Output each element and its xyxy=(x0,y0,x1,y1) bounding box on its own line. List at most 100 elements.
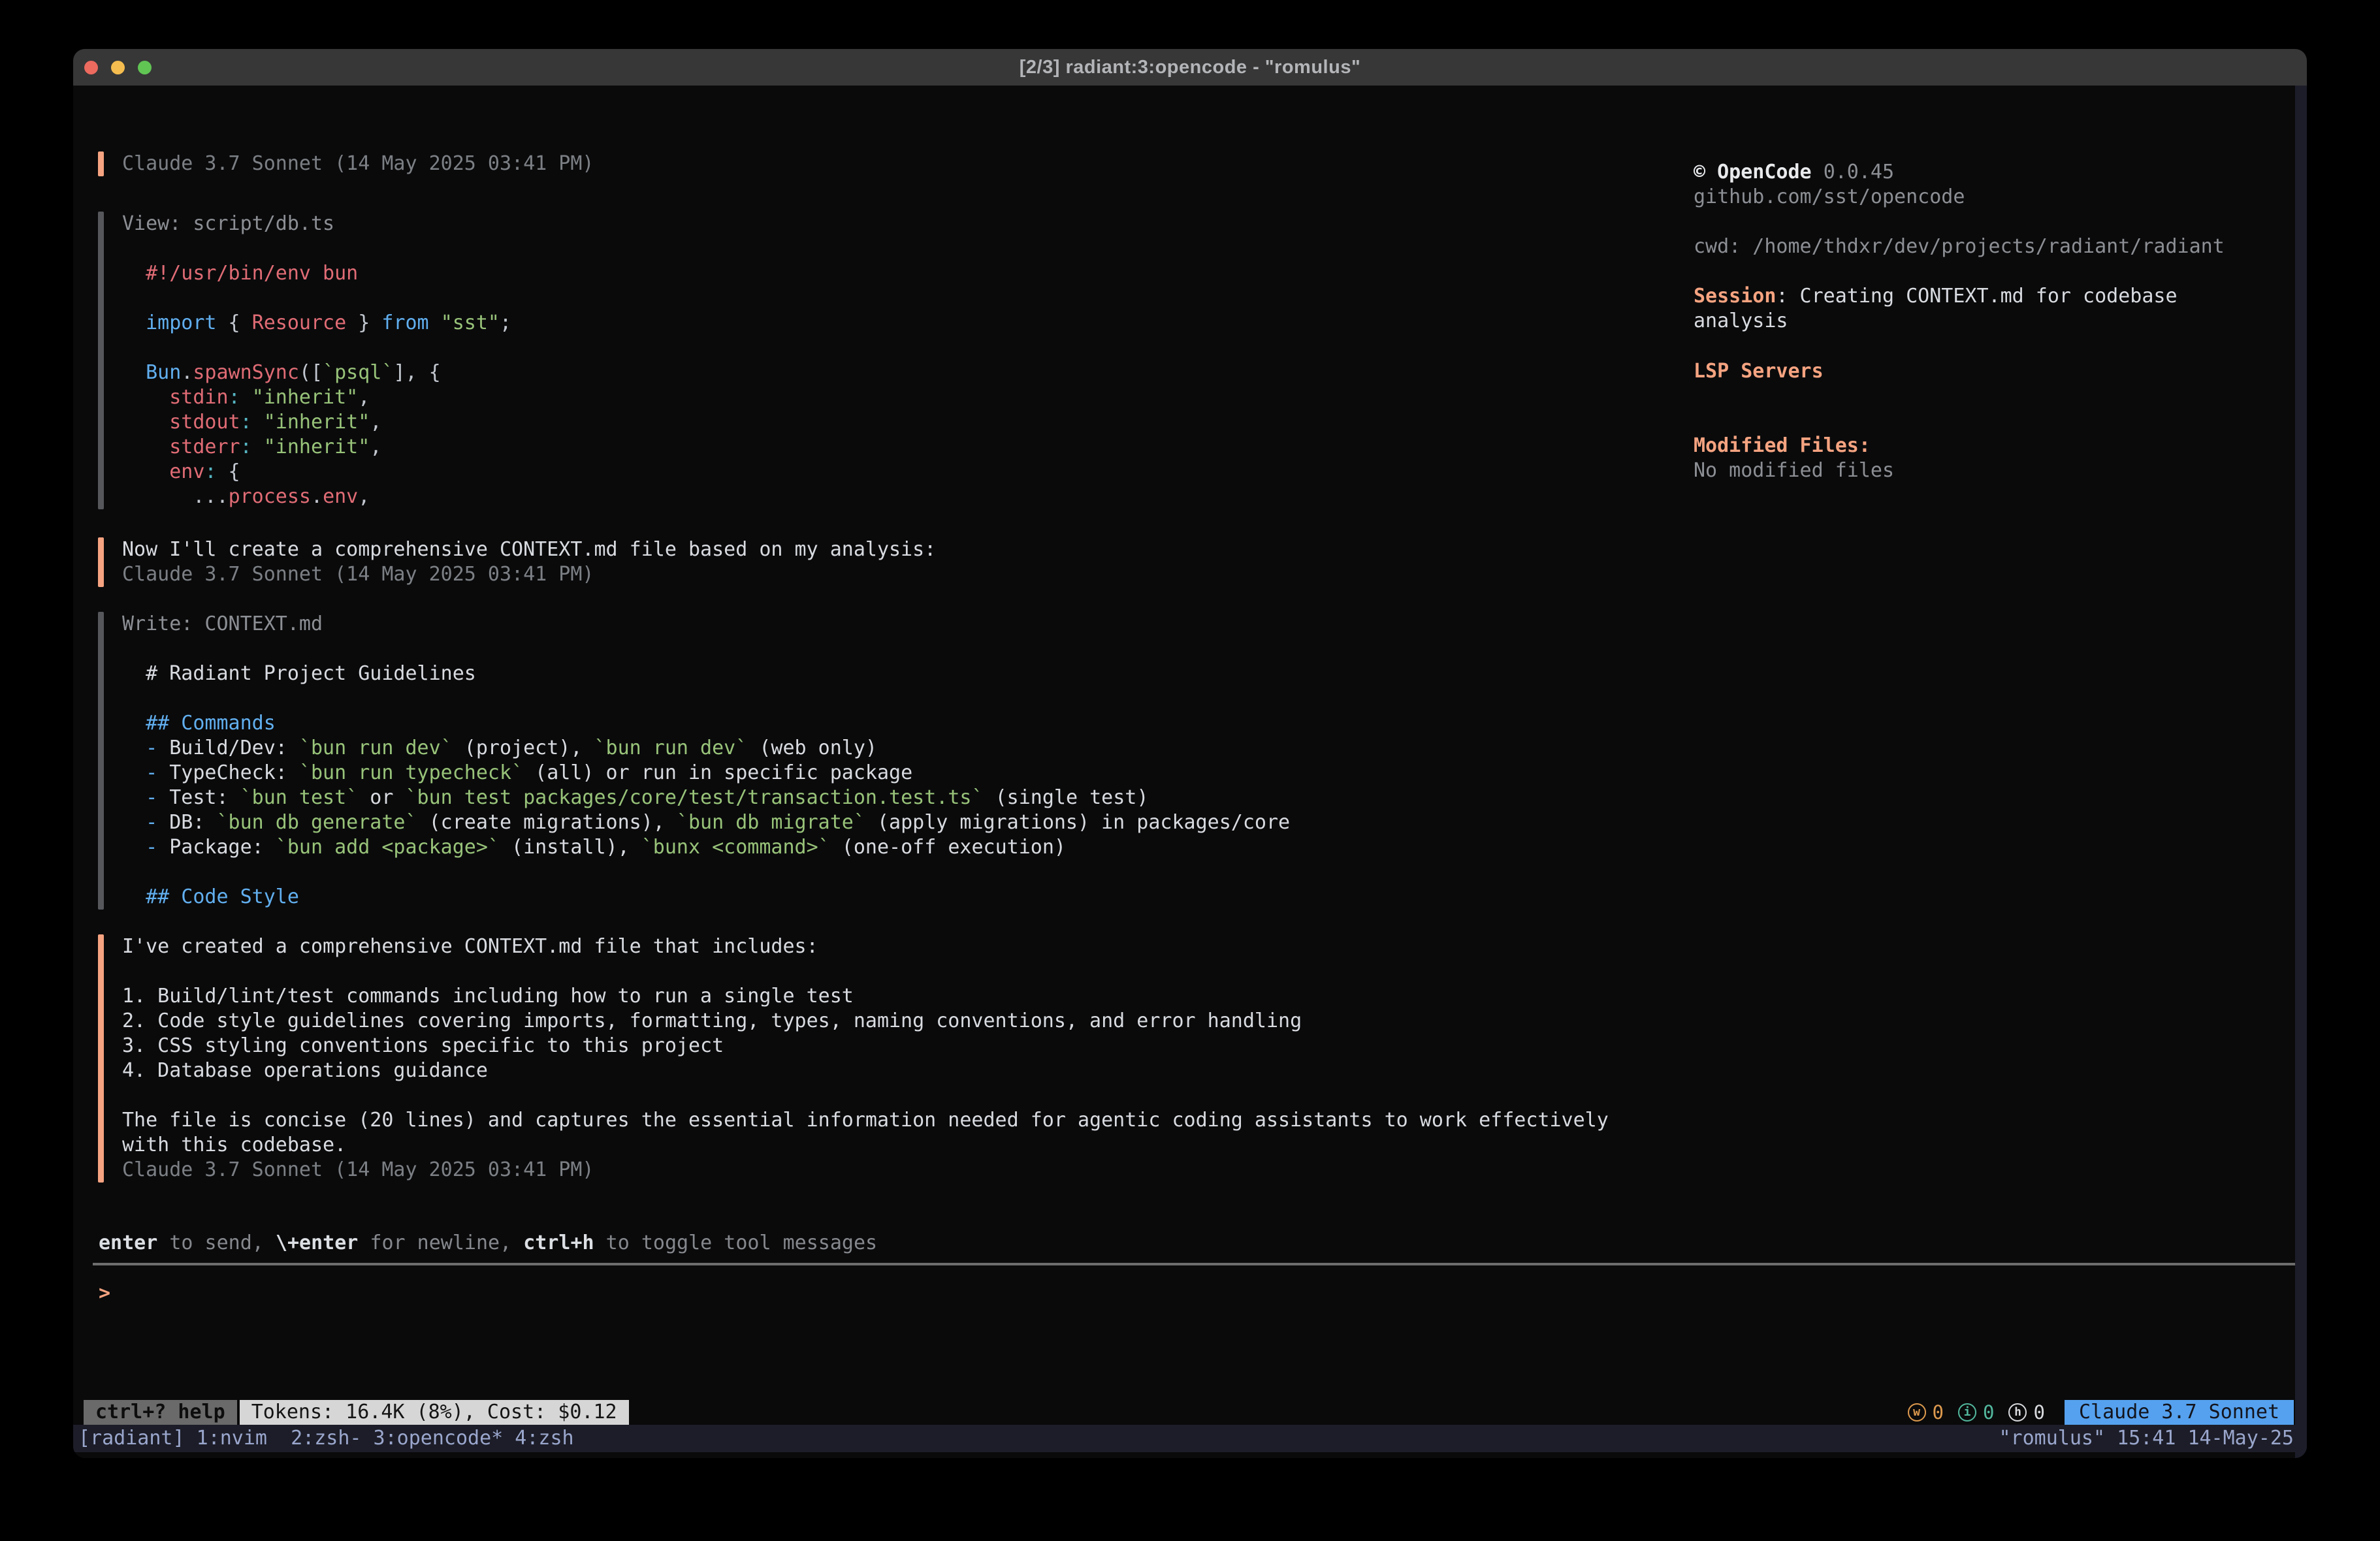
hint-count: 0 xyxy=(2033,1400,2044,1425)
assistant-message-block: Now I'll create a comprehensive CONTEXT.… xyxy=(98,537,936,587)
status-bar: ctrl+? help Tokens: 16.4K (8%), Cost: $0… xyxy=(73,1400,2307,1425)
help-chip[interactable]: ctrl+? help xyxy=(84,1400,237,1425)
terminal-line xyxy=(122,686,1290,711)
hint-circle-icon: h xyxy=(2008,1403,2027,1422)
tool-lines: View: script/db.ts #!/usr/bin/env bun im… xyxy=(122,212,511,509)
message-lines: Now I'll create a comprehensive CONTEXT.… xyxy=(122,537,936,587)
terminal-line: 2. Code style guidelines covering import… xyxy=(122,1009,1609,1034)
input-divider xyxy=(93,1263,2295,1265)
terminal-line: 4. Database operations guidance xyxy=(122,1058,1609,1083)
hint-text: for newline, xyxy=(358,1231,523,1254)
prompt-chevron-icon: > xyxy=(99,1282,110,1305)
assistant-header-block: Claude 3.7 Sonnet (14 May 2025 03:41 PM) xyxy=(98,151,594,176)
terminal-line: Write: CONTEXT.md xyxy=(122,612,1290,637)
info-circle-icon: i xyxy=(1958,1403,1976,1422)
info-count: 0 xyxy=(1983,1400,1994,1425)
terminal-line: - TypeCheck: `bun run typecheck` (all) o… xyxy=(122,761,1290,786)
warning-count: 0 xyxy=(1933,1400,1944,1425)
terminal-line xyxy=(122,860,1290,885)
terminal-line: View: script/db.ts xyxy=(122,212,511,236)
terminal-line: import { Resource } from "sst"; xyxy=(122,311,511,336)
terminal-window: [2/3] radiant:3:opencode - "romulus" Cla… xyxy=(73,49,2307,1458)
tokens-cost-chip: Tokens: 16.4K (8%), Cost: $0.12 xyxy=(240,1400,629,1425)
terminal-line: # Radiant Project Guidelines xyxy=(122,661,1290,686)
window-titlebar[interactable]: [2/3] radiant:3:opencode - "romulus" xyxy=(73,49,2307,86)
terminal-line: 1. Build/lint/test commands including ho… xyxy=(122,984,1609,1009)
hint-toggle: ctrl+h xyxy=(523,1231,594,1254)
message-lines: Claude 3.7 Sonnet (14 May 2025 03:41 PM) xyxy=(122,151,594,176)
assistant-message-block: I've created a comprehensive CONTEXT.md … xyxy=(98,934,1609,1183)
model-badge[interactable]: Claude 3.7 Sonnet xyxy=(2065,1400,2294,1425)
app-version: 0.0.45 xyxy=(1824,161,1894,183)
terminal-line: #!/usr/bin/env bun xyxy=(122,261,511,286)
status-right: w 0 i 0 h 0 Claude 3.7 Sonnet xyxy=(1908,1400,2294,1425)
close-button[interactable] xyxy=(84,61,98,74)
tmux-status-bar: [radiant] 1:nvim 2:zsh- 3:opencode* 4:zs… xyxy=(73,1425,2307,1452)
terminal-line: I've created a comprehensive CONTEXT.md … xyxy=(122,934,1609,959)
terminal-line: ...process.env, xyxy=(122,485,511,509)
info-indicator: i 0 xyxy=(1958,1400,1994,1425)
terminal-line xyxy=(122,336,511,360)
terminal-line: Claude 3.7 Sonnet (14 May 2025 03:41 PM) xyxy=(122,151,594,176)
message-input[interactable]: > xyxy=(99,1281,2280,1306)
status-chips: ctrl+? help Tokens: 16.4K (8%), Cost: $0… xyxy=(84,1400,629,1425)
warnings-indicator: w 0 xyxy=(1908,1400,1944,1425)
repo-link: github.com/sst/opencode xyxy=(1694,185,1965,210)
terminal-line: 3. CSS styling conventions specific to t… xyxy=(122,1034,1609,1058)
tool-accent-bar xyxy=(98,612,104,910)
message-accent-bar xyxy=(98,537,104,587)
message-lines: I've created a comprehensive CONTEXT.md … xyxy=(122,934,1609,1183)
lsp-servers-header: LSP Servers xyxy=(1694,359,1824,384)
hint-enter: enter xyxy=(99,1231,157,1254)
terminal-line: Bun.spawnSync([`psql`], { xyxy=(122,360,511,385)
zoom-button[interactable] xyxy=(138,61,152,74)
terminal-line: Claude 3.7 Sonnet (14 May 2025 03:41 PM) xyxy=(122,562,936,587)
app-name: © OpenCode xyxy=(1694,161,1812,183)
traffic-lights xyxy=(84,49,152,86)
terminal-line: stdout: "inherit", xyxy=(122,410,511,435)
app-brand: © OpenCode 0.0.45 xyxy=(1694,160,1894,185)
modified-files-header: Modified Files: xyxy=(1694,434,1871,458)
terminal-line xyxy=(122,1083,1609,1108)
terminal-line: Claude 3.7 Sonnet (14 May 2025 03:41 PM) xyxy=(122,1158,1609,1183)
terminal-line xyxy=(122,959,1609,984)
terminal-line: The file is concise (20 lines) and captu… xyxy=(122,1108,1609,1133)
terminal-line xyxy=(122,637,1290,661)
terminal-line: - DB: `bun db generate` (create migratio… xyxy=(122,810,1290,835)
tool-lines: Write: CONTEXT.md # Radiant Project Guid… xyxy=(122,612,1290,910)
terminal-line: ## Code Style xyxy=(122,885,1290,910)
terminal-line xyxy=(122,236,511,261)
hint-indicator: h 0 xyxy=(2008,1400,2044,1425)
terminal-line: - Test: `bun test` or `bun test packages… xyxy=(122,786,1290,810)
session-label: Session xyxy=(1694,285,1776,308)
modified-files-empty: No modified files xyxy=(1694,458,1894,483)
message-accent-bar xyxy=(98,151,104,176)
tool-accent-bar xyxy=(98,212,104,509)
terminal-line: - Package: `bun add <package>` (install)… xyxy=(122,835,1290,860)
warning-circle-icon: w xyxy=(1908,1403,1926,1422)
terminal-line: ## Commands xyxy=(122,711,1290,736)
hint-newline: \+enter xyxy=(276,1231,358,1254)
terminal-line: stdin: "inherit", xyxy=(122,385,511,410)
hint-text: to toggle tool messages xyxy=(594,1231,877,1254)
window-title: [2/3] radiant:3:opencode - "romulus" xyxy=(1020,57,1360,78)
terminal-line xyxy=(122,286,511,311)
terminal-line: with this codebase. xyxy=(122,1133,1609,1158)
tmux-windows-list[interactable]: [radiant] 1:nvim 2:zsh- 3:opencode* 4:zs… xyxy=(78,1426,574,1451)
keybind-hint: enter to send, \+enter for newline, ctrl… xyxy=(99,1231,877,1256)
tool-write-block: Write: CONTEXT.md # Radiant Project Guid… xyxy=(98,612,1290,910)
terminal-line: - Build/Dev: `bun run dev` (project), `b… xyxy=(122,736,1290,761)
terminal-content: Claude 3.7 Sonnet (14 May 2025 03:41 PM)… xyxy=(73,86,2307,1458)
tool-view-block: View: script/db.ts #!/usr/bin/env bun im… xyxy=(98,212,511,509)
cwd-path: cwd: /home/thdxr/dev/projects/radiant/ra… xyxy=(1694,234,2225,259)
terminal-line: env: { xyxy=(122,460,511,485)
message-accent-bar xyxy=(98,934,104,1183)
tmux-host-clock: "romulus" 15:41 14-May-25 xyxy=(1999,1426,2294,1451)
hint-text: to send, xyxy=(157,1231,276,1254)
diagnostics: w 0 i 0 h 0 xyxy=(1908,1400,2045,1425)
scrollbar-track[interactable] xyxy=(2295,86,2307,1458)
minimize-button[interactable] xyxy=(111,61,125,74)
terminal-line: Now I'll create a comprehensive CONTEXT.… xyxy=(122,537,936,562)
terminal-line: stderr: "inherit", xyxy=(122,435,511,460)
session-info: Session: Creating CONTEXT.md for codebas… xyxy=(1694,284,2268,334)
